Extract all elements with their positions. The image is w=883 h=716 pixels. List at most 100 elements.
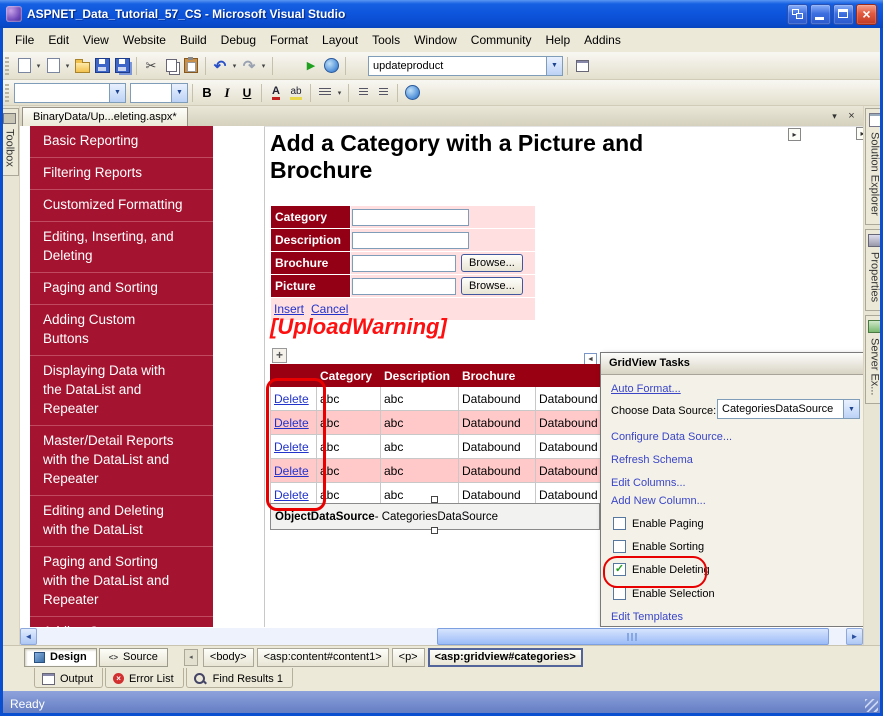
add-item-dropdown-icon[interactable]: ▾	[63, 56, 72, 76]
tab-find-results[interactable]: Find Results 1	[186, 668, 293, 688]
server-explorer-tab[interactable]: Server Ex...	[865, 315, 883, 404]
add-new-column-link[interactable]: Add New Column...	[611, 495, 706, 507]
auto-format-link[interactable]: Auto Format...	[611, 383, 681, 395]
menu-item-debug[interactable]: Debug	[214, 30, 263, 50]
save-all-button[interactable]	[112, 56, 132, 76]
font-color-button[interactable]: A	[266, 83, 286, 103]
document-tab[interactable]: BinaryData/Up...eleting.aspx*	[22, 107, 188, 126]
enable-sorting-checkbox[interactable]	[613, 540, 626, 553]
other-windows-button[interactable]	[572, 56, 592, 76]
menu-item-help[interactable]: Help	[538, 30, 577, 50]
toolbar-grip[interactable]	[5, 57, 9, 75]
nav-item-paging-sorting-datalist[interactable]: Paging and Sorting with the DataList and…	[30, 547, 213, 617]
nav-item-editing-inserting-deleting[interactable]: Editing, Inserting, and Deleting	[30, 222, 213, 273]
menu-item-layout[interactable]: Layout	[315, 30, 365, 50]
nav-item-adding-custom-buttons[interactable]: Adding Custom Buttons	[30, 305, 213, 356]
delete-link[interactable]: Delete	[274, 464, 309, 478]
menu-item-tools[interactable]: Tools	[365, 30, 407, 50]
solution-explorer-tab[interactable]: Solution Explorer	[865, 108, 883, 225]
nav-item-filtering-reports[interactable]: Filtering Reports	[30, 158, 213, 190]
tag-p[interactable]: <p>	[392, 648, 425, 667]
gridview-resize-handle[interactable]	[431, 496, 438, 503]
nav-item-editing-deleting-datalist[interactable]: Editing and Deleting with the DataList	[30, 496, 213, 547]
window-dock-button[interactable]	[787, 4, 808, 25]
close-document-icon[interactable]: ×	[844, 109, 859, 124]
brochure-browse-button[interactable]: Browse...	[461, 254, 523, 272]
add-item-button[interactable]	[43, 56, 63, 76]
hyperlink-button[interactable]	[402, 83, 422, 103]
minimize-button[interactable]	[810, 4, 831, 25]
save-button[interactable]	[92, 56, 112, 76]
font-size-dropdown-icon[interactable]: ▼	[171, 84, 187, 102]
tag-asp-content[interactable]: <asp:content#content1>	[257, 648, 389, 667]
menu-item-format[interactable]: Format	[263, 30, 315, 50]
delete-link[interactable]: Delete	[274, 440, 309, 454]
menu-item-build[interactable]: Build	[173, 30, 214, 50]
nav-item-basic-reporting[interactable]: Basic Reporting	[30, 126, 213, 158]
content-smart-tag-icon[interactable]: ▸	[788, 128, 801, 141]
alignment-button[interactable]	[315, 83, 335, 103]
numbered-list-button[interactable]	[353, 83, 373, 103]
enable-deleting-checkbox[interactable]: ✓	[613, 563, 626, 576]
bold-button[interactable]: B	[197, 83, 217, 103]
picture-browse-button[interactable]: Browse...	[461, 277, 523, 295]
scroll-left-icon[interactable]: ◄	[20, 628, 37, 645]
undo-dropdown-icon[interactable]: ▾	[230, 56, 239, 76]
nav-item-master-detail-datalist[interactable]: Master/Detail Reports with the DataList …	[30, 426, 213, 496]
tab-source[interactable]: <> Source	[99, 648, 168, 667]
active-files-dropdown-icon[interactable]: ▾	[827, 109, 842, 124]
description-input[interactable]	[352, 232, 469, 249]
nav-item-custom-buttons-datalist[interactable]: Adding Custom Buttons to the DataList an…	[30, 617, 213, 627]
horizontal-scrollbar[interactable]: ◄ ►	[20, 627, 863, 645]
toolbox-tab[interactable]: Toolbox	[1, 108, 19, 176]
menu-item-file[interactable]: File	[8, 30, 41, 50]
choose-data-source-combo[interactable]: CategoriesDataSource ▼	[717, 399, 860, 419]
copy-button[interactable]	[161, 56, 181, 76]
start-debug-button[interactable]: ▶	[301, 56, 321, 76]
bullet-list-button[interactable]	[373, 83, 393, 103]
undo-button[interactable]: ↶	[210, 56, 230, 76]
edit-templates-link[interactable]: Edit Templates	[611, 611, 683, 623]
find-combo[interactable]: updateproduct ▼	[368, 56, 563, 76]
datasource-resize-handle[interactable]	[431, 527, 438, 534]
cut-button[interactable]: ✂	[141, 56, 161, 76]
edit-columns-link[interactable]: Edit Columns...	[611, 477, 686, 489]
open-file-button[interactable]	[72, 56, 92, 76]
nav-item-customized-formatting[interactable]: Customized Formatting	[30, 190, 213, 222]
enable-selection-checkbox[interactable]	[613, 587, 626, 600]
resize-grip[interactable]	[865, 699, 878, 712]
new-website-button[interactable]	[14, 56, 34, 76]
choose-data-source-dropdown-icon[interactable]: ▼	[843, 400, 859, 418]
delete-link[interactable]: Delete	[274, 392, 309, 406]
objectdatasource-control[interactable]: ObjectDataSource - CategoriesDataSource	[270, 503, 600, 530]
highlight-button[interactable]: ab	[286, 83, 306, 103]
scroll-right-icon[interactable]: ►	[846, 628, 863, 645]
refresh-schema-link[interactable]: Refresh Schema	[611, 454, 693, 466]
tab-output[interactable]: Output	[34, 668, 103, 688]
menu-item-window[interactable]: Window	[407, 30, 464, 50]
toolbar-grip[interactable]	[5, 84, 9, 102]
configure-data-source-link[interactable]: Configure Data Source...	[611, 431, 732, 443]
font-size-combo[interactable]: ▼	[130, 83, 188, 103]
new-website-dropdown-icon[interactable]: ▾	[34, 56, 43, 76]
delete-link[interactable]: Delete	[274, 488, 309, 502]
redo-dropdown-icon[interactable]: ▾	[259, 56, 268, 76]
properties-tab[interactable]: Properties	[865, 229, 883, 311]
close-button[interactable]: ×	[856, 4, 877, 25]
italic-button[interactable]: I	[217, 83, 237, 103]
font-name-combo[interactable]: ▼	[14, 83, 126, 103]
tag-scroll-left-icon[interactable]: ◂	[184, 649, 198, 666]
find-combo-dropdown-icon[interactable]: ▼	[546, 57, 562, 75]
paste-button[interactable]	[181, 56, 201, 76]
font-name-dropdown-icon[interactable]: ▼	[109, 84, 125, 102]
nav-item-paging-sorting[interactable]: Paging and Sorting	[30, 273, 213, 305]
nav-item-displaying-datalist-repeater[interactable]: Displaying Data with the DataList and Re…	[30, 356, 213, 426]
gridview-move-handle-icon[interactable]: +	[272, 348, 287, 363]
tab-design[interactable]: Design	[24, 648, 97, 667]
delete-link[interactable]: Delete	[274, 416, 309, 430]
picture-upload-input[interactable]	[352, 278, 456, 295]
alignment-dropdown-icon[interactable]: ▾	[335, 83, 344, 103]
enable-paging-checkbox[interactable]	[613, 517, 626, 530]
tab-error-list[interactable]: × Error List	[105, 668, 184, 688]
underline-button[interactable]: U	[237, 83, 257, 103]
